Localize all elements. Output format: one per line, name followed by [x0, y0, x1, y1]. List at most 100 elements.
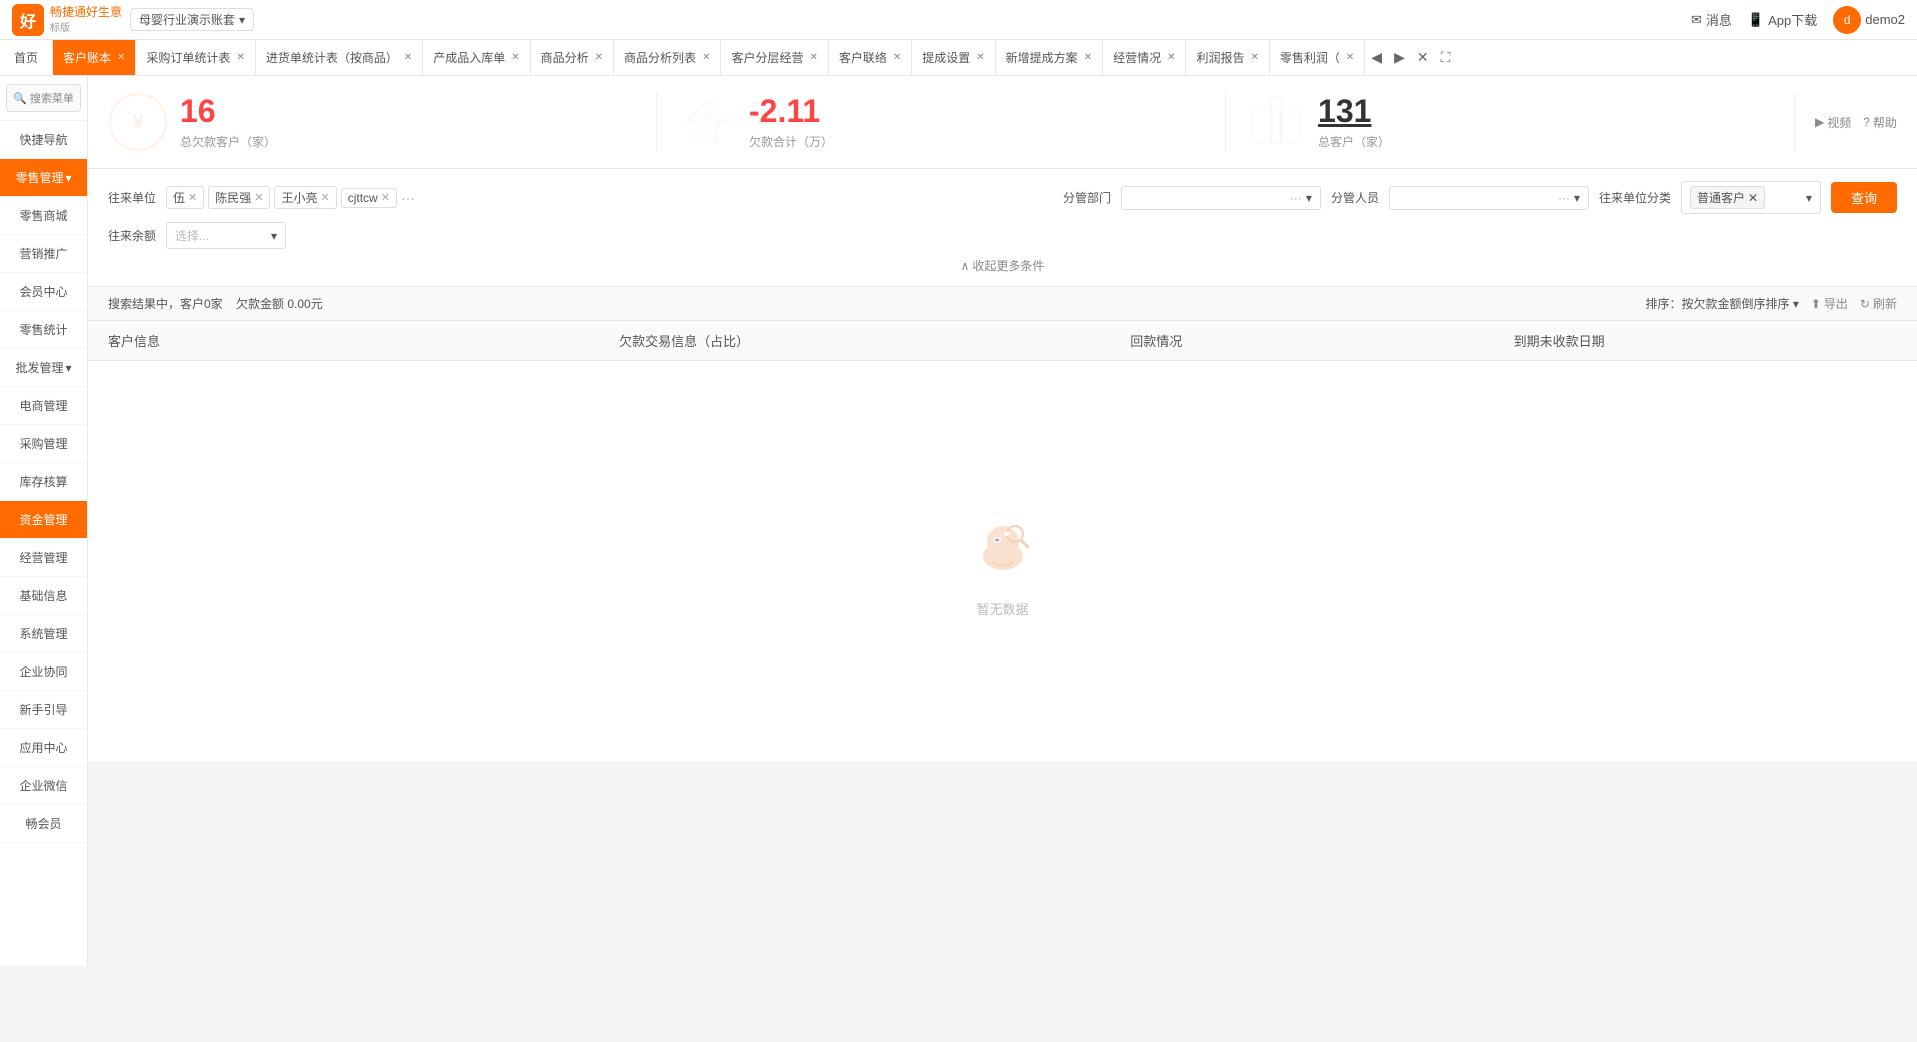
tab-close-icon[interactable]: ✕ [702, 52, 710, 63]
tab-close-icon[interactable]: ✕ [1346, 52, 1354, 63]
tab-close-icon[interactable]: ✕ [1084, 52, 1092, 63]
tab-close-icon[interactable]: ✕ [404, 52, 412, 63]
tab-profit-report[interactable]: 利润报告 ✕ [1186, 40, 1269, 75]
chevron-down-icon: ▾ [1306, 191, 1312, 205]
tab-close-icon[interactable]: ✕ [893, 52, 901, 63]
stat-info-customers: 16 总欠款客户（家） [180, 94, 276, 150]
sidebar-item-finance[interactable]: 资金管理 [0, 501, 87, 539]
sidebar-item-marketing[interactable]: 营销推广 [0, 235, 87, 273]
video-help[interactable]: ▶ 视频 [1815, 114, 1851, 131]
sidebar-item-retail-management[interactable]: 零售管理 ▾ [0, 159, 87, 197]
tab-customer-contact[interactable]: 客户联络 ✕ [829, 40, 912, 75]
tab-retail-profit[interactable]: 零售利润（ ✕ [1270, 40, 1365, 75]
sidebar-item-retail-stats[interactable]: 零售统计 [0, 311, 87, 349]
tab-label: 零售利润（ [1280, 49, 1340, 66]
filter-tag-cjttcw[interactable]: cjttcw ✕ [341, 188, 397, 208]
tab-label: 进货单统计表（按商品） [266, 49, 398, 66]
quick-nav-label: 快捷导航 [19, 133, 67, 147]
export-button[interactable]: ⬆ 导出 [1811, 295, 1848, 312]
tab-purchase-stats-by-product[interactable]: 进货单统计表（按商品） ✕ [256, 40, 423, 75]
category-dropdown[interactable]: 普通客户 ✕ ▾ [1681, 181, 1821, 214]
message-item[interactable]: ✉ 消息 [1691, 10, 1732, 29]
tab-close-icon[interactable]: ✕ [1251, 52, 1259, 63]
sidebar-item-basic-info[interactable]: 基础信息 [0, 577, 87, 615]
tag-close-icon[interactable]: ✕ [1748, 191, 1758, 205]
tab-nav-expand[interactable]: ⛶ [1435, 40, 1457, 75]
tab-customer-accounts[interactable]: 客户账本 ✕ [53, 40, 136, 75]
person-dropdown[interactable]: ··· ▾ [1389, 186, 1589, 210]
org-selector[interactable]: 母婴行业演示账套 ▾ [130, 8, 254, 31]
tab-close-icon[interactable]: ✕ [1167, 52, 1175, 63]
tab-purchase-order-stats[interactable]: 采购订单统计表 ✕ [136, 40, 255, 75]
sidebar-item-system[interactable]: 系统管理 [0, 615, 87, 653]
tab-business-status[interactable]: 经营情况 ✕ [1103, 40, 1186, 75]
query-button[interactable]: 查询 [1831, 182, 1897, 213]
tab-product-inbound[interactable]: 产成品入库单 ✕ [423, 40, 530, 75]
tab-home[interactable]: 首页 [0, 40, 53, 75]
stat-value-amount: -2.11 [749, 94, 833, 129]
refresh-button[interactable]: ↻ 刷新 [1860, 295, 1897, 312]
sidebar-item-purchase[interactable]: 采购管理 [0, 425, 87, 463]
sidebar-item-wholesale[interactable]: 批发管理 ▾ [0, 349, 87, 387]
stat-block-amount: -2.11 欠款合计（万） [677, 92, 1226, 152]
sidebar-item-inventory[interactable]: 库存核算 [0, 463, 87, 501]
tag-close-icon[interactable]: ✕ [188, 191, 197, 204]
tab-close-icon[interactable]: ✕ [976, 52, 984, 63]
sidebar-item-label: 资金管理 [19, 513, 67, 527]
sidebar-item-member[interactable]: 畅会员 [0, 805, 87, 843]
tab-nav-close-all[interactable]: ✕ [1411, 40, 1435, 75]
stat-label-total-customers: 总客户（家） [1318, 133, 1390, 150]
tab-close-icon[interactable]: ✕ [236, 52, 244, 63]
tab-label: 采购订单统计表 [146, 49, 230, 66]
chevron-down-icon: ▾ [271, 229, 277, 243]
tab-product-analysis-list[interactable]: 商品分析列表 ✕ [614, 40, 721, 75]
help-icon: ? [1863, 115, 1870, 129]
tab-close-icon[interactable]: ✕ [595, 52, 603, 63]
tab-product-analysis[interactable]: 商品分析 ✕ [531, 40, 614, 75]
filter-tag-wu[interactable]: 伍 ✕ [166, 186, 204, 209]
tab-close-icon[interactable]: ✕ [117, 52, 125, 63]
sidebar-item-enterprise-wechat[interactable]: 企业微信 [0, 767, 87, 805]
total-customers-icon [1246, 92, 1306, 152]
filter-more-icon[interactable]: ··· [401, 190, 415, 206]
help-item[interactable]: ? 帮助 [1863, 114, 1897, 131]
tab-nav-next[interactable]: ▶ [1388, 40, 1411, 75]
dept-dropdown[interactable]: ··· ▾ [1121, 186, 1321, 210]
balance-dropdown[interactable]: 选择... ▾ [166, 222, 286, 249]
sidebar-item-member-center[interactable]: 会员中心 [0, 273, 87, 311]
tab-close-icon[interactable]: ✕ [511, 52, 519, 63]
refresh-label: 刷新 [1873, 295, 1897, 312]
tag-close-icon[interactable]: ✕ [321, 191, 330, 204]
sidebar-item-app-center[interactable]: 应用中心 [0, 729, 87, 767]
user-item[interactable]: d demo2 [1833, 6, 1905, 34]
collapse-button[interactable]: ∧ 收起更多条件 [961, 257, 1045, 274]
sidebar-search-button[interactable]: 🔍 搜索菜单 [6, 84, 81, 112]
sidebar-item-operations[interactable]: 经营管理 [0, 539, 87, 577]
tab-label: 商品分析列表 [624, 49, 696, 66]
tag-close-icon[interactable]: ✕ [254, 191, 263, 204]
sidebar-item-ecommerce[interactable]: 电商管理 [0, 387, 87, 425]
chevron-down-icon[interactable]: ▾ [1793, 297, 1799, 311]
app-download-item[interactable]: 📱 App下载 [1748, 10, 1817, 29]
unit-label: 往来单位 [108, 189, 156, 206]
sidebar-item-enterprise-collab[interactable]: 企业协同 [0, 653, 87, 691]
filter-tag-chenminqiang[interactable]: 陈民强 ✕ [208, 186, 270, 209]
tab-customer-tier[interactable]: 客户分层经营 ✕ [721, 40, 828, 75]
tab-new-promotion-plan[interactable]: 新增提成方案 ✕ [996, 40, 1103, 75]
sidebar-item-retail-mall[interactable]: 零售商城 [0, 197, 87, 235]
message-icon: ✉ [1691, 12, 1702, 28]
tab-label: 客户账本 [63, 49, 111, 66]
tag-close-icon[interactable]: ✕ [381, 191, 390, 204]
balance-placeholder: 选择... [175, 227, 209, 244]
filter-tag-wangxiaoliang[interactable]: 王小亮 ✕ [274, 186, 336, 209]
table-header: 客户信息 欠款交易信息（占比） 回款情况 到期未收款日期 [88, 321, 1917, 361]
sidebar-item-new-guide[interactable]: 新手引导 [0, 691, 87, 729]
tab-label: 利润报告 [1196, 49, 1244, 66]
sidebar-item-quick-nav[interactable]: 快捷导航 [0, 121, 87, 159]
search-label: 搜索菜单 [30, 93, 74, 105]
tab-close-icon[interactable]: ✕ [809, 52, 817, 63]
category-tag[interactable]: 普通客户 ✕ [1690, 186, 1765, 209]
tab-nav-prev[interactable]: ◀ [1365, 40, 1388, 75]
tab-promotion-settings[interactable]: 提成设置 ✕ [912, 40, 995, 75]
sidebar: 🔍 搜索菜单 快捷导航 零售管理 ▾ 零售商城 营销推广 会员中心 零售统计 批… [0, 76, 88, 966]
